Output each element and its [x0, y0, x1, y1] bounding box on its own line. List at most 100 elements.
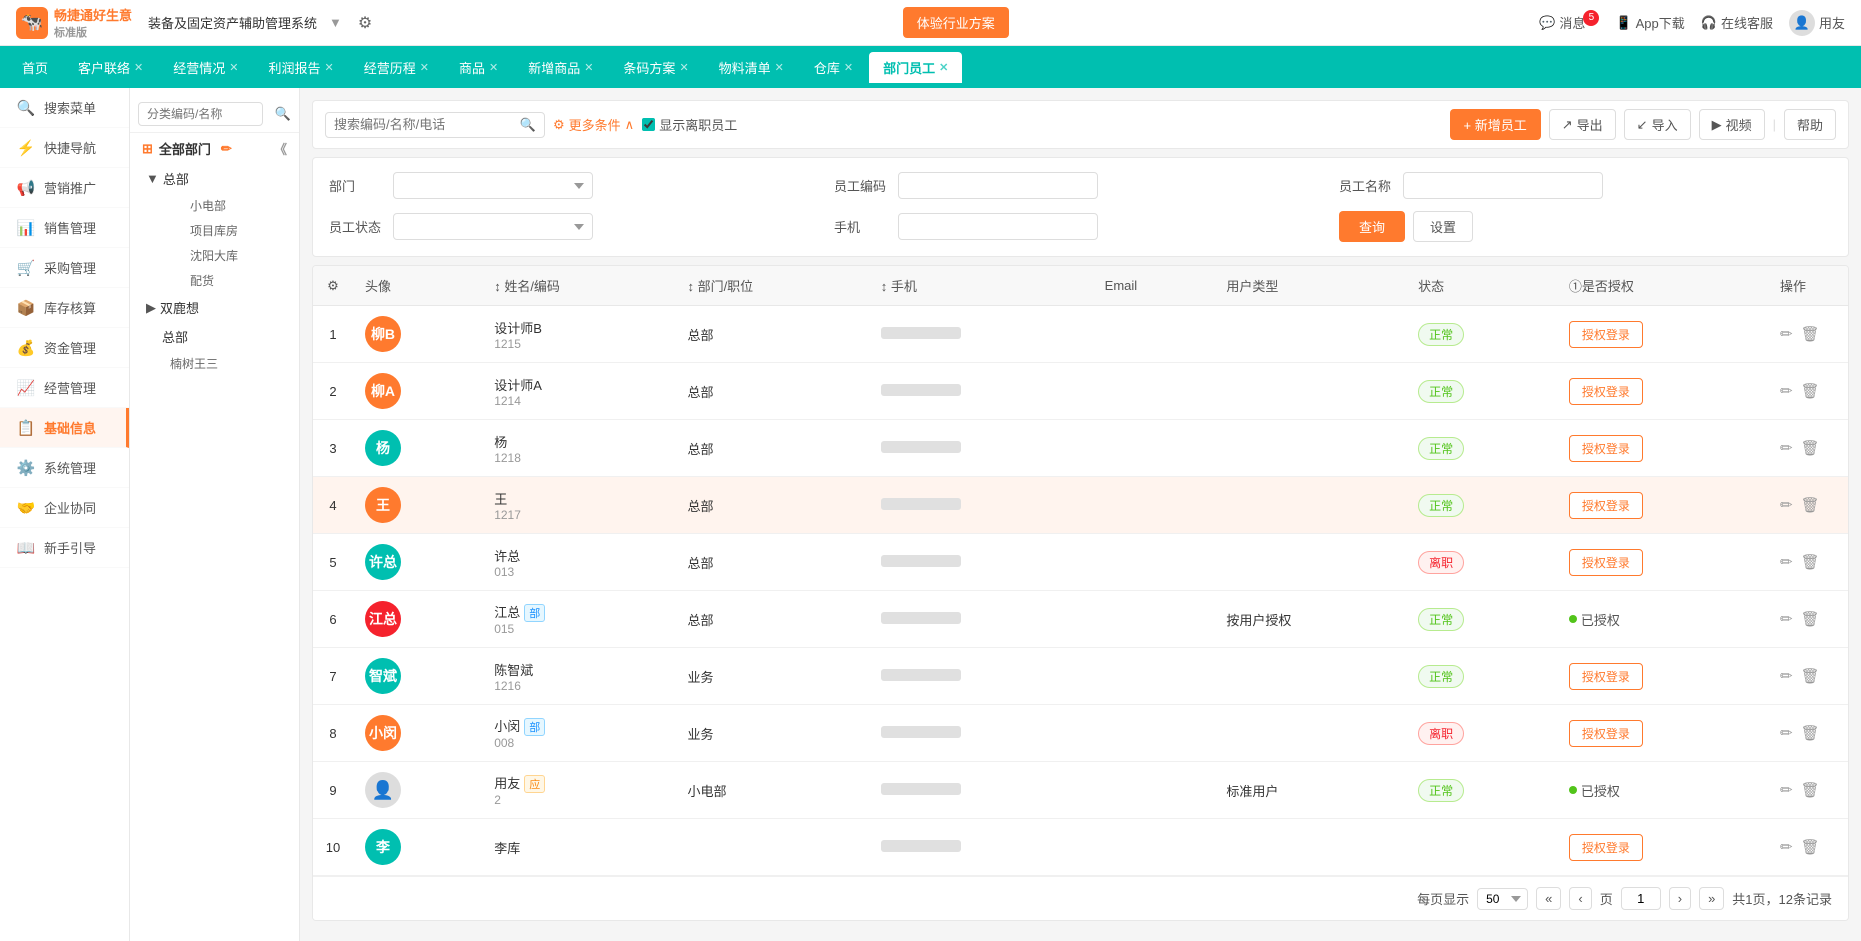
nav-item-operation[interactable]: 📈 经营管理: [0, 368, 129, 408]
show-resigned-label[interactable]: 显示离职员工: [642, 115, 737, 134]
nav-item-guide[interactable]: 📖 新手引导: [0, 528, 129, 568]
col-phone[interactable]: ↕ 手机: [869, 266, 1093, 306]
user-btn[interactable]: 👤 用友: [1789, 10, 1845, 36]
message-btn[interactable]: 💬 消息 5: [1539, 13, 1599, 32]
search-btn[interactable]: 查询: [1339, 211, 1405, 242]
tab-bom[interactable]: 物料清单 ✕: [705, 52, 798, 83]
tab-department[interactable]: 部门员工 ✕: [869, 52, 962, 83]
dept-node-peihuo[interactable]: 配货: [158, 268, 299, 293]
col-auth[interactable]: ①是否授权: [1557, 266, 1768, 306]
filter-status-select[interactable]: [393, 213, 593, 240]
nav-item-collab[interactable]: 🤝 企业协同: [0, 488, 129, 528]
tab-close-icon[interactable]: ✕: [775, 61, 784, 74]
edit-btn[interactable]: ✏: [1780, 838, 1793, 856]
view-btn[interactable]: ▶ 视频: [1699, 109, 1765, 140]
delete-btn[interactable]: 🗑: [1801, 667, 1820, 685]
edit-btn[interactable]: ✏: [1780, 439, 1793, 457]
nav-item-search[interactable]: 🔍 搜索菜单: [0, 88, 129, 128]
search-icon[interactable]: 🔍: [520, 117, 536, 133]
tab-close-icon[interactable]: ✕: [584, 61, 593, 74]
delete-btn[interactable]: 🗑: [1801, 553, 1820, 571]
dept-search-icon[interactable]: 🔍: [275, 106, 291, 122]
tab-warehouse[interactable]: 仓库 ✕: [800, 52, 867, 83]
help-btn[interactable]: 帮助: [1784, 109, 1836, 140]
delete-btn[interactable]: 🗑: [1801, 838, 1820, 856]
nav-item-marketing[interactable]: 📢 营销推广: [0, 168, 129, 208]
col-dept[interactable]: ↕ 部门/职位: [675, 266, 868, 306]
trial-btn[interactable]: 体验行业方案: [903, 7, 1009, 38]
app-download-btn[interactable]: 📱 App下载: [1615, 13, 1684, 32]
nav-item-system[interactable]: ⚙️ 系统管理: [0, 448, 129, 488]
tab-close-icon[interactable]: ✕: [134, 61, 143, 74]
dept-node-shuangluxiang[interactable]: ▶ 双鹿想: [138, 293, 299, 322]
dept-node-nanshu[interactable]: 楠树王三: [138, 351, 299, 376]
online-service-btn[interactable]: 🎧 在线客服: [1701, 13, 1773, 32]
reset-btn[interactable]: 设置: [1413, 211, 1473, 242]
auth-btn[interactable]: 授权登录: [1569, 321, 1643, 348]
dept-node-shenyang[interactable]: 沈阳大库: [158, 243, 299, 268]
more-condition-btn[interactable]: ⚙ 更多条件 ∧: [553, 115, 634, 134]
dept-search-input[interactable]: [138, 102, 263, 126]
filter-phone-input[interactable]: [898, 213, 1098, 240]
edit-btn[interactable]: ✏: [1780, 382, 1793, 400]
tab-profit[interactable]: 利润报告 ✕: [254, 52, 347, 83]
show-resigned-checkbox[interactable]: [642, 118, 655, 131]
filter-empname-input[interactable]: [1403, 172, 1603, 199]
auth-btn[interactable]: 授权登录: [1569, 492, 1643, 519]
nav-item-purchase[interactable]: 🛒 采购管理: [0, 248, 129, 288]
next-page-btn[interactable]: ›: [1669, 887, 1691, 910]
edit-btn[interactable]: ✏: [1780, 724, 1793, 742]
delete-btn[interactable]: 🗑: [1801, 496, 1820, 514]
dept-node-zongbu2[interactable]: 总部: [138, 322, 299, 351]
prev-page-btn[interactable]: ‹: [1569, 887, 1591, 910]
search-input[interactable]: [334, 117, 516, 132]
dept-node-zongbu[interactable]: ▼ 总部: [138, 164, 299, 193]
tab-home[interactable]: 首页: [8, 52, 62, 83]
page-size-select[interactable]: 50 20 100: [1477, 888, 1528, 910]
nav-item-basic[interactable]: 📋 基础信息: [0, 408, 129, 448]
delete-btn[interactable]: 🗑: [1801, 439, 1820, 457]
delete-btn[interactable]: 🗑: [1801, 325, 1820, 343]
settings-icon[interactable]: ⚙: [327, 278, 339, 293]
nav-item-shortcut[interactable]: ⚡ 快捷导航: [0, 128, 129, 168]
auth-btn[interactable]: 授权登录: [1569, 378, 1643, 405]
import-btn[interactable]: ↙ 导入: [1624, 109, 1691, 140]
page-num-input[interactable]: [1621, 887, 1661, 910]
tab-close-icon[interactable]: ✕: [844, 61, 853, 74]
dept-collapse-icon[interactable]: 《: [274, 139, 287, 158]
nav-item-inventory[interactable]: 📦 库存核算: [0, 288, 129, 328]
delete-btn[interactable]: 🗑: [1801, 610, 1820, 628]
dept-header-label[interactable]: 全部部门: [159, 139, 211, 158]
tab-close-icon[interactable]: ✕: [229, 61, 238, 74]
auth-btn[interactable]: 授权登录: [1569, 435, 1643, 462]
first-page-btn[interactable]: «: [1536, 887, 1561, 910]
edit-btn[interactable]: ✏: [1780, 781, 1793, 799]
tab-operation[interactable]: 经营情况 ✕: [159, 52, 252, 83]
filter-dept-select[interactable]: [393, 172, 593, 199]
nav-item-finance[interactable]: 💰 资金管理: [0, 328, 129, 368]
gear-icon[interactable]: ⚙: [358, 13, 372, 33]
filter-empcode-input[interactable]: [898, 172, 1098, 199]
auth-btn[interactable]: 授权登录: [1569, 720, 1643, 747]
delete-btn[interactable]: 🗑: [1801, 781, 1820, 799]
tab-journey[interactable]: 经营历程 ✕: [350, 52, 443, 83]
edit-btn[interactable]: ✏: [1780, 553, 1793, 571]
edit-btn[interactable]: ✏: [1780, 667, 1793, 685]
tab-close-icon[interactable]: ✕: [420, 61, 429, 74]
tab-close-icon[interactable]: ✕: [679, 61, 688, 74]
edit-btn[interactable]: ✏: [1780, 610, 1793, 628]
dept-node-xiaodianbu[interactable]: 小电部: [158, 193, 299, 218]
auth-btn[interactable]: 授权登录: [1569, 663, 1643, 690]
dropdown-arrow-icon[interactable]: ▼: [329, 15, 342, 30]
tab-goods[interactable]: 商品 ✕: [445, 52, 512, 83]
tab-barcode[interactable]: 条码方案 ✕: [609, 52, 702, 83]
tab-close-icon[interactable]: ✕: [939, 61, 948, 74]
tab-customer[interactable]: 客户联络 ✕: [64, 52, 157, 83]
tab-add-goods[interactable]: 新增商品 ✕: [514, 52, 607, 83]
export-btn[interactable]: ↗ 导出: [1549, 109, 1616, 140]
auth-btn[interactable]: 授权登录: [1569, 549, 1643, 576]
auth-btn[interactable]: 授权登录: [1569, 834, 1643, 861]
delete-btn[interactable]: 🗑: [1801, 382, 1820, 400]
tab-close-icon[interactable]: ✕: [489, 61, 498, 74]
col-name[interactable]: ↕ 姓名/编码: [482, 266, 675, 306]
